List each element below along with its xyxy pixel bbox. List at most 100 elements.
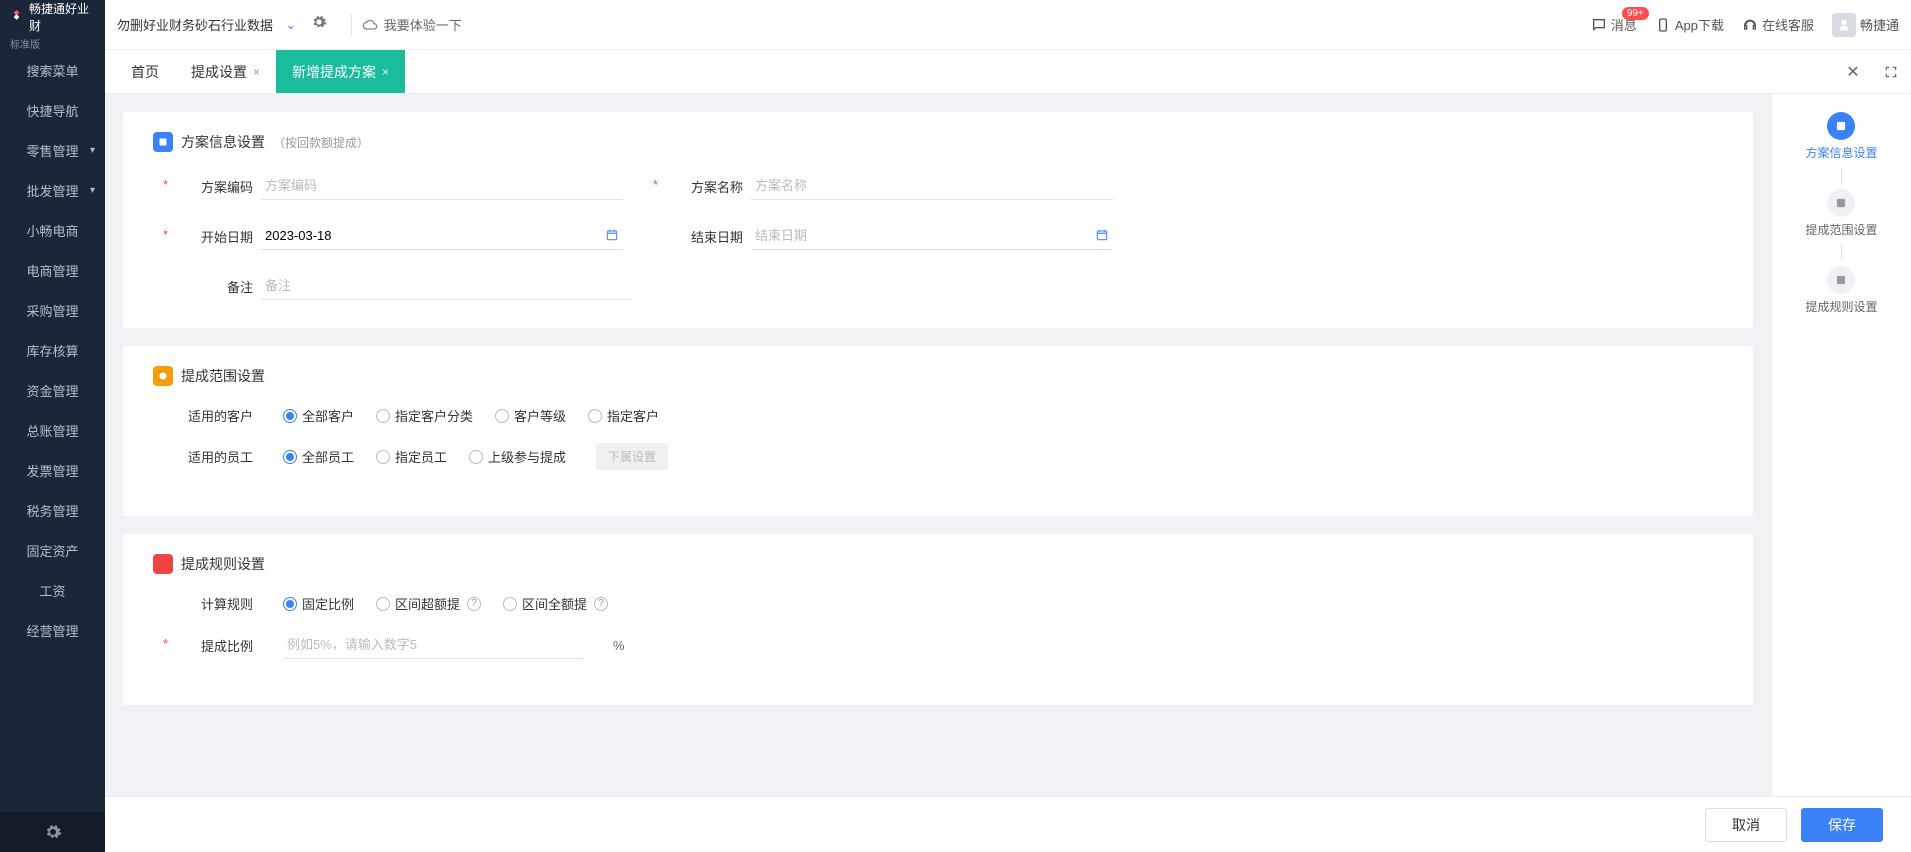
logo-icon xyxy=(8,8,25,26)
expand-icon xyxy=(1884,65,1898,79)
panel-plan-info: 方案信息设置 （按回款额提成） 方案编码 方案名称 开始日 xyxy=(123,112,1753,328)
radio-icon xyxy=(588,409,602,423)
remark-input[interactable] xyxy=(261,272,633,300)
org-settings-icon[interactable] xyxy=(311,14,327,35)
cust-radios-opt-3[interactable]: 指定客户 xyxy=(588,406,659,425)
plan-code-label: 方案编码 xyxy=(173,177,253,196)
chevron-down-icon: ⌄ xyxy=(285,16,297,33)
tab-0[interactable]: 首页 xyxy=(115,50,175,93)
radio-icon xyxy=(469,450,483,464)
help-icon[interactable]: ? xyxy=(467,597,481,611)
app-download-button[interactable]: App下载 xyxy=(1655,15,1724,34)
messages-button[interactable]: 消息 99+ xyxy=(1591,15,1637,34)
panel-rules-title: 提成规则设置 xyxy=(181,554,265,574)
remark-label: 备注 xyxy=(173,277,253,296)
brand-edition: 标准版 xyxy=(10,36,40,51)
end-date-input[interactable] xyxy=(751,222,1113,250)
try-label: 我要体验一下 xyxy=(384,15,462,34)
panel-scope: 提成范围设置 适用的客户 全部客户指定客户分类客户等级指定客户 适用的员工 全部… xyxy=(123,346,1753,516)
sidebar-item-11[interactable]: 税务管理 xyxy=(0,490,105,530)
ratio-label: *提成比例 xyxy=(173,636,253,655)
org-selector[interactable]: 勿删好业财务砂石行业数据 ⌄ xyxy=(117,15,297,34)
emp-radios-opt-0[interactable]: 全部员工 xyxy=(283,447,354,466)
sidebar-item-label: 采购管理 xyxy=(26,301,78,320)
radio-label: 固定比例 xyxy=(302,594,354,613)
customer-service-button[interactable]: 在线客服 xyxy=(1742,15,1814,34)
cust-radios-opt-1[interactable]: 指定客户分类 xyxy=(376,406,473,425)
help-icon[interactable]: ? xyxy=(594,597,608,611)
anchor-0[interactable]: 方案信息设置 xyxy=(1805,112,1877,161)
sidebar-item-8[interactable]: 资金管理 xyxy=(0,370,105,410)
cust-radios-opt-2[interactable]: 客户等级 xyxy=(495,406,566,425)
sidebar-item-9[interactable]: 总账管理 xyxy=(0,410,105,450)
sidebar-item-label: 税务管理 xyxy=(26,501,78,520)
panel-scope-title: 提成范围设置 xyxy=(181,366,265,386)
radio-icon xyxy=(495,409,509,423)
cancel-button[interactable]: 取消 xyxy=(1705,808,1787,842)
anchor-2[interactable]: 提成规则设置 xyxy=(1805,266,1877,315)
user-menu[interactable]: 畅捷通 xyxy=(1832,13,1899,37)
sidebar-item-label: 工资 xyxy=(39,581,65,600)
sidebar-item-12[interactable]: 固定资产 xyxy=(0,530,105,570)
tab-2[interactable]: 新增提成方案× xyxy=(276,50,405,93)
customer-service-label: 在线客服 xyxy=(1762,15,1814,34)
gear-icon xyxy=(44,823,62,841)
radio-label: 全部员工 xyxy=(302,447,354,466)
sidebar-item-6[interactable]: 采购管理 xyxy=(0,290,105,330)
sidebar-item-label: 快捷导航 xyxy=(26,101,78,120)
sidebar-item-label: 资金管理 xyxy=(26,381,78,400)
radio-icon xyxy=(503,597,517,611)
ratio-input[interactable] xyxy=(283,631,583,659)
panel-info-title: 方案信息设置 xyxy=(181,132,265,152)
plan-name-input[interactable] xyxy=(751,172,1113,200)
tab-label: 提成设置 xyxy=(191,62,247,82)
sidebar-item-4[interactable]: 小畅电商 xyxy=(0,210,105,250)
calendar-icon[interactable] xyxy=(1095,228,1109,245)
messages-badge: 99+ xyxy=(1622,7,1649,20)
plan-code-input[interactable] xyxy=(261,172,623,200)
tabs-close-all[interactable]: ✕ xyxy=(1839,58,1867,86)
radio-label: 全部客户 xyxy=(302,406,354,425)
start-date-input[interactable] xyxy=(261,222,623,250)
tabs-fullscreen[interactable] xyxy=(1877,58,1905,86)
sidebar-item-7[interactable]: 库存核算 xyxy=(0,330,105,370)
close-icon[interactable]: × xyxy=(382,65,389,79)
rule-radios-opt-1[interactable]: 区间超额提? xyxy=(376,594,481,613)
end-date-label: 结束日期 xyxy=(663,227,743,246)
emp-radios-opt-2[interactable]: 上级参与提成 xyxy=(469,447,566,466)
rule-radios-opt-0[interactable]: 固定比例 xyxy=(283,594,354,613)
tabbar: 首页提成设置×新增提成方案× ✕ xyxy=(105,50,1911,94)
sidebar-item-10[interactable]: 发票管理 xyxy=(0,450,105,490)
brand-logo: 畅捷通好业财 标准版 xyxy=(0,0,105,50)
save-button[interactable]: 保存 xyxy=(1801,808,1883,842)
employee-scope-label: 适用的员工 xyxy=(173,447,253,466)
tab-1[interactable]: 提成设置 × xyxy=(175,50,276,93)
sidebar-item-label: 小畅电商 xyxy=(26,221,78,240)
rule-radios-opt-2[interactable]: 区间全额提? xyxy=(503,594,608,613)
sidebar-item-14[interactable]: 经营管理 xyxy=(0,610,105,650)
plan-name-label: 方案名称 xyxy=(663,177,743,196)
emp-radios-opt-1[interactable]: 指定员工 xyxy=(376,447,447,466)
avatar-icon xyxy=(1832,13,1856,37)
chevron-down-icon: ▾ xyxy=(90,185,95,196)
anchor-nav: 方案信息设置提成范围设置提成规则设置 xyxy=(1771,94,1911,796)
sidebar-item-label: 库存核算 xyxy=(26,341,78,360)
sidebar-item-label: 零售管理 xyxy=(26,141,78,160)
try-link[interactable]: 我要体验一下 xyxy=(362,15,462,34)
cust-radios-opt-0[interactable]: 全部客户 xyxy=(283,406,354,425)
sidebar-item-0[interactable]: 搜索菜单 xyxy=(0,50,105,90)
sidebar-settings[interactable] xyxy=(0,812,105,852)
anchor-label: 方案信息设置 xyxy=(1805,144,1877,161)
calc-rule-label: 计算规则 xyxy=(173,594,253,613)
sidebar-item-3[interactable]: 批发管理▾ xyxy=(0,170,105,210)
org-name: 勿删好业财务砂石行业数据 xyxy=(117,15,273,34)
radio-icon xyxy=(376,450,390,464)
radio-icon xyxy=(376,597,390,611)
anchor-1[interactable]: 提成范围设置 xyxy=(1805,189,1877,238)
close-icon[interactable]: × xyxy=(253,65,260,79)
sidebar-item-13[interactable]: 工资 xyxy=(0,570,105,610)
sidebar-item-1[interactable]: 快捷导航 xyxy=(0,90,105,130)
sidebar-item-2[interactable]: 零售管理▾ xyxy=(0,130,105,170)
sidebar-item-5[interactable]: 电商管理 xyxy=(0,250,105,290)
calendar-icon[interactable] xyxy=(605,228,619,245)
